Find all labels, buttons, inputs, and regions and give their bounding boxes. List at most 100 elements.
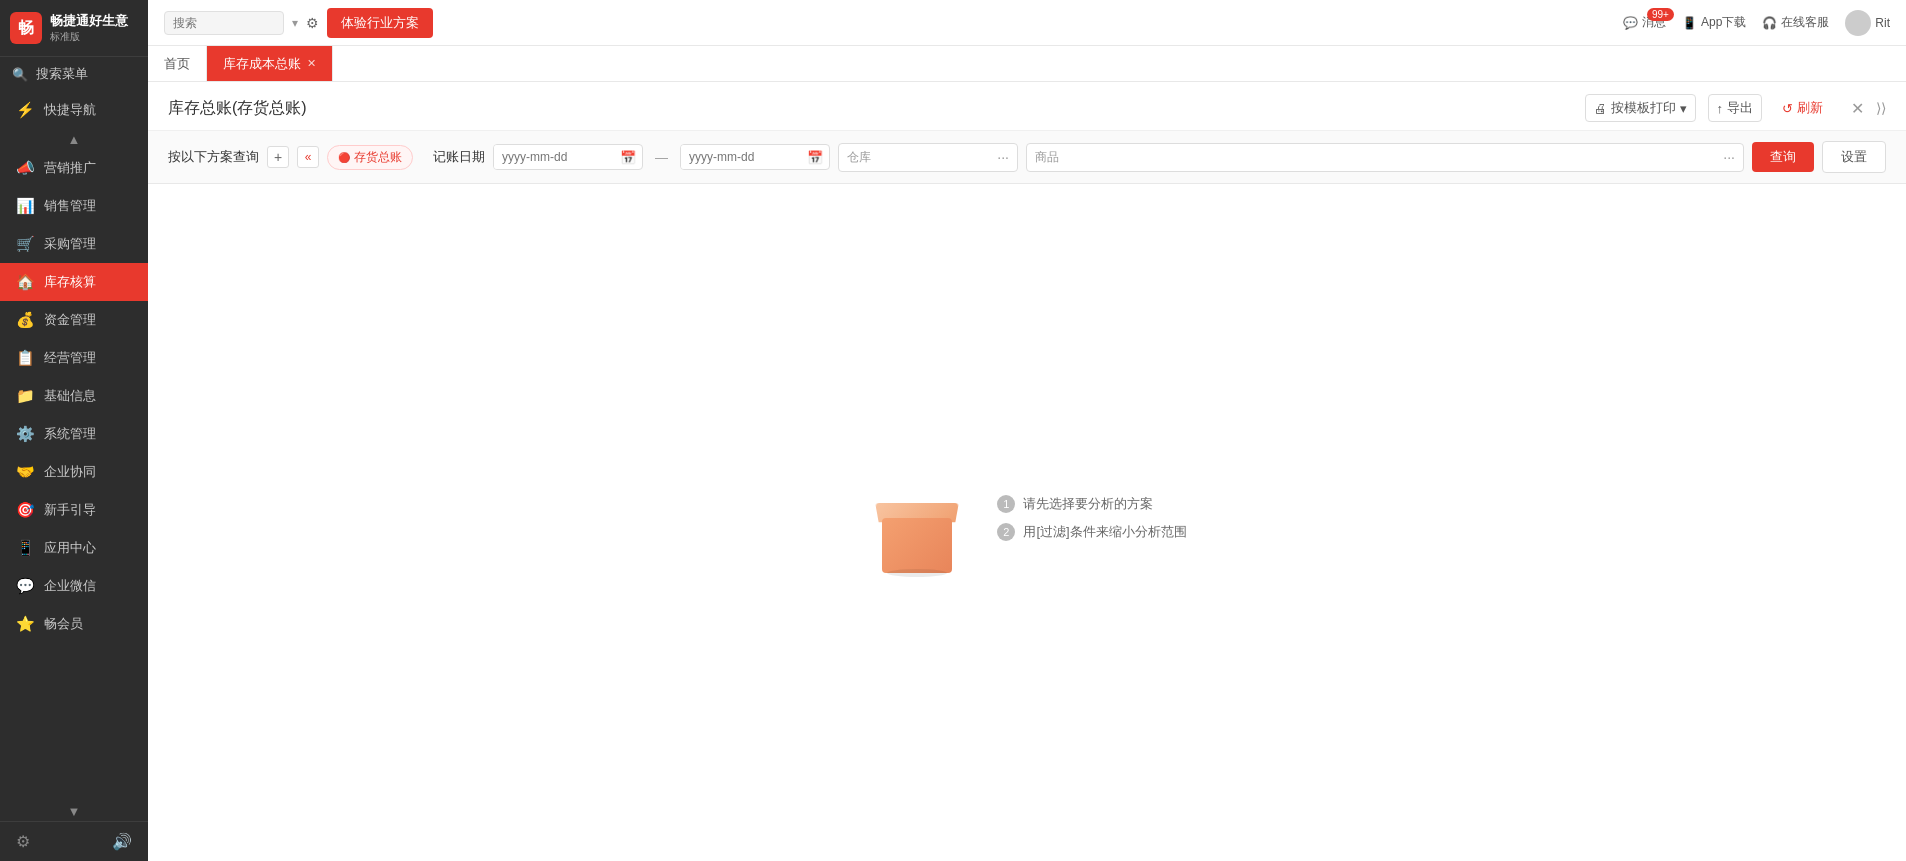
sidebar-item-wechat[interactable]: 💬 企业微信 <box>0 567 148 605</box>
box-shadow <box>887 569 947 577</box>
sidebar-item-operations[interactable]: 📋 经营管理 <box>0 339 148 377</box>
sidebar: 畅 畅捷通好生意 标准版 🔍 搜索菜单 ⚡ 快捷导航 ▲ 📣 营销推广 📊 销售… <box>0 0 148 861</box>
topbar-left: ▾ ⚙ 体验行业方案 <box>164 8 1615 38</box>
online-support-button[interactable]: 🎧 在线客服 <box>1762 14 1829 31</box>
date-field-label: 记账日期 <box>433 148 485 166</box>
industry-solution-button[interactable]: 体验行业方案 <box>327 8 433 38</box>
warehouse-label: 仓库 <box>847 149 993 166</box>
vip-label: 畅会员 <box>44 615 132 633</box>
expand-panel-icon[interactable]: ⟩⟩ <box>1876 100 1886 116</box>
box-body <box>882 518 952 573</box>
sidebar-item-basic[interactable]: 📁 基础信息 <box>0 377 148 415</box>
close-panel-button[interactable]: ✕ <box>1851 99 1864 118</box>
messages-button[interactable]: 💬 消息 99+ <box>1623 14 1666 31</box>
condition-tag-label: 存货总账 <box>354 149 402 166</box>
content-area: 库存总账(存货总账) 🖨 按模板打印 ▾ ↑ 导出 ↺ 刷新 ✕ ⟩⟩ <box>148 82 1906 861</box>
export-icon: ↑ <box>1717 101 1724 116</box>
sidebar-item-system[interactable]: ⚙️ 系统管理 <box>0 415 148 453</box>
guide-icon: 🎯 <box>16 501 34 519</box>
calendar-start-icon[interactable]: 📅 <box>614 150 642 165</box>
home-tab-label: 首页 <box>164 55 190 73</box>
warehouse-select[interactable]: 仓库 ··· <box>838 143 1018 172</box>
date-start-input[interactable] <box>494 145 614 169</box>
product-more-icon: ··· <box>1723 149 1735 165</box>
empty-step-1: 1 请先选择要分析的方案 <box>997 495 1186 513</box>
print-button[interactable]: 🖨 按模板打印 ▾ <box>1585 94 1696 122</box>
purchase-label: 采购管理 <box>44 235 132 253</box>
app-download-button[interactable]: 📱 App下载 <box>1682 14 1746 31</box>
wechat-icon: 💬 <box>16 577 34 595</box>
phone-icon: 📱 <box>1682 16 1697 30</box>
date-end-input-group: 📅 <box>680 144 830 170</box>
topbar: ▾ ⚙ 体验行业方案 💬 消息 99+ 📱 App下载 🎧 在线客服 Rit <box>148 0 1906 46</box>
marketing-label: 营销推广 <box>44 159 132 177</box>
sidebar-item-guide[interactable]: 🎯 新手引导 <box>0 491 148 529</box>
sidebar-scroll-down[interactable]: ▼ <box>0 801 148 821</box>
filter-collapse-button[interactable]: « <box>297 146 319 168</box>
empty-step-2: 2 用[过滤]条件来缩小分析范围 <box>997 523 1186 541</box>
logo-text: 畅捷通好生意 标准版 <box>50 13 128 43</box>
message-icon: 💬 <box>1623 16 1638 30</box>
sidebar-nav: 📣 营销推广 📊 销售管理 🛒 采购管理 🏠 库存核算 💰 资金管理 📋 经营管… <box>0 149 148 801</box>
empty-illustration <box>867 473 967 573</box>
condition-icon: 🔴 <box>338 152 350 163</box>
sales-label: 销售管理 <box>44 197 132 215</box>
sidebar-item-purchase[interactable]: 🛒 采购管理 <box>0 225 148 263</box>
sidebar-item-sales[interactable]: 📊 销售管理 <box>0 187 148 225</box>
tab-close-icon[interactable]: ✕ <box>307 57 316 70</box>
query-button[interactable]: 查询 <box>1752 142 1814 172</box>
sidebar-item-marketing[interactable]: 📣 营销推广 <box>0 149 148 187</box>
breadcrumb-input[interactable] <box>164 11 284 35</box>
filter-panel: 按以下方案查询 + « 🔴 存货总账 记账日期 📅 — 📅 <box>148 131 1906 184</box>
refresh-icon: ↺ <box>1782 101 1793 116</box>
filter-row: 按以下方案查询 + « 🔴 存货总账 记账日期 📅 — 📅 <box>168 141 1886 173</box>
empty-state: 1 请先选择要分析的方案 2 用[过滤]条件来缩小分析范围 <box>148 184 1906 861</box>
headset-icon: 🎧 <box>1762 16 1777 30</box>
sidebar-item-finance[interactable]: 💰 资金管理 <box>0 301 148 339</box>
warehouse-more-icon: ··· <box>997 149 1009 165</box>
date-start-input-group: 📅 <box>493 144 643 170</box>
filter-actions: 查询 设置 <box>1752 141 1886 173</box>
basic-label: 基础信息 <box>44 387 132 405</box>
sidebar-item-inventory[interactable]: 🏠 库存核算 <box>0 263 148 301</box>
sidebar-scroll-up[interactable]: ▲ <box>0 129 148 149</box>
step-2-text: 用[过滤]条件来缩小分析范围 <box>1023 523 1186 541</box>
search-label: 搜索菜单 <box>36 65 88 83</box>
sidebar-item-cooperation[interactable]: 🤝 企业协同 <box>0 453 148 491</box>
chevron-down-icon[interactable]: ▾ <box>292 16 298 30</box>
empty-text: 1 请先选择要分析的方案 2 用[过滤]条件来缩小分析范围 <box>997 495 1186 551</box>
sidebar-search[interactable]: 🔍 搜索菜单 <box>0 57 148 91</box>
appcenter-label: 应用中心 <box>44 539 132 557</box>
condition-tag[interactable]: 🔴 存货总账 <box>327 145 413 170</box>
product-select[interactable]: 商品 ··· <box>1026 143 1744 172</box>
operations-icon: 📋 <box>16 349 34 367</box>
tab-home[interactable]: 首页 <box>148 46 207 81</box>
sidebar-item-appcenter[interactable]: 📱 应用中心 <box>0 529 148 567</box>
audio-footer-icon[interactable]: 🔊 <box>112 832 132 851</box>
print-icon: 🖨 <box>1594 101 1607 116</box>
product-label: 商品 <box>1035 149 1719 166</box>
tab-inventory-cost[interactable]: 库存成本总账 ✕ <box>207 46 333 81</box>
settings-footer-icon[interactable]: ⚙ <box>16 832 30 851</box>
sidebar-item-quicknav[interactable]: ⚡ 快捷导航 <box>0 91 148 129</box>
user-name: Rit <box>1875 16 1890 30</box>
topbar-gear-icon[interactable]: ⚙ <box>306 15 319 31</box>
filter-add-button[interactable]: + <box>267 146 289 168</box>
refresh-button[interactable]: ↺ 刷新 <box>1774 95 1831 121</box>
operations-label: 经营管理 <box>44 349 132 367</box>
user-menu[interactable]: Rit <box>1845 10 1890 36</box>
date-end-input[interactable] <box>681 145 801 169</box>
page-actions: 🖨 按模板打印 ▾ ↑ 导出 ↺ 刷新 ✕ ⟩⟩ <box>1585 94 1887 122</box>
sidebar-item-vip[interactable]: ⭐ 畅会员 <box>0 605 148 643</box>
vip-icon: ⭐ <box>16 615 34 633</box>
filter-settings-button[interactable]: 设置 <box>1822 141 1886 173</box>
quicknav-label: 快捷导航 <box>44 101 132 119</box>
export-button[interactable]: ↑ 导出 <box>1708 94 1763 122</box>
topbar-right: 💬 消息 99+ 📱 App下载 🎧 在线客服 Rit <box>1623 10 1890 36</box>
finance-icon: 💰 <box>16 311 34 329</box>
calendar-end-icon[interactable]: 📅 <box>801 150 829 165</box>
cooperation-label: 企业协同 <box>44 463 132 481</box>
step-2-num: 2 <box>997 523 1015 541</box>
page-header: 库存总账(存货总账) 🖨 按模板打印 ▾ ↑ 导出 ↺ 刷新 ✕ ⟩⟩ <box>148 82 1906 131</box>
system-icon: ⚙️ <box>16 425 34 443</box>
